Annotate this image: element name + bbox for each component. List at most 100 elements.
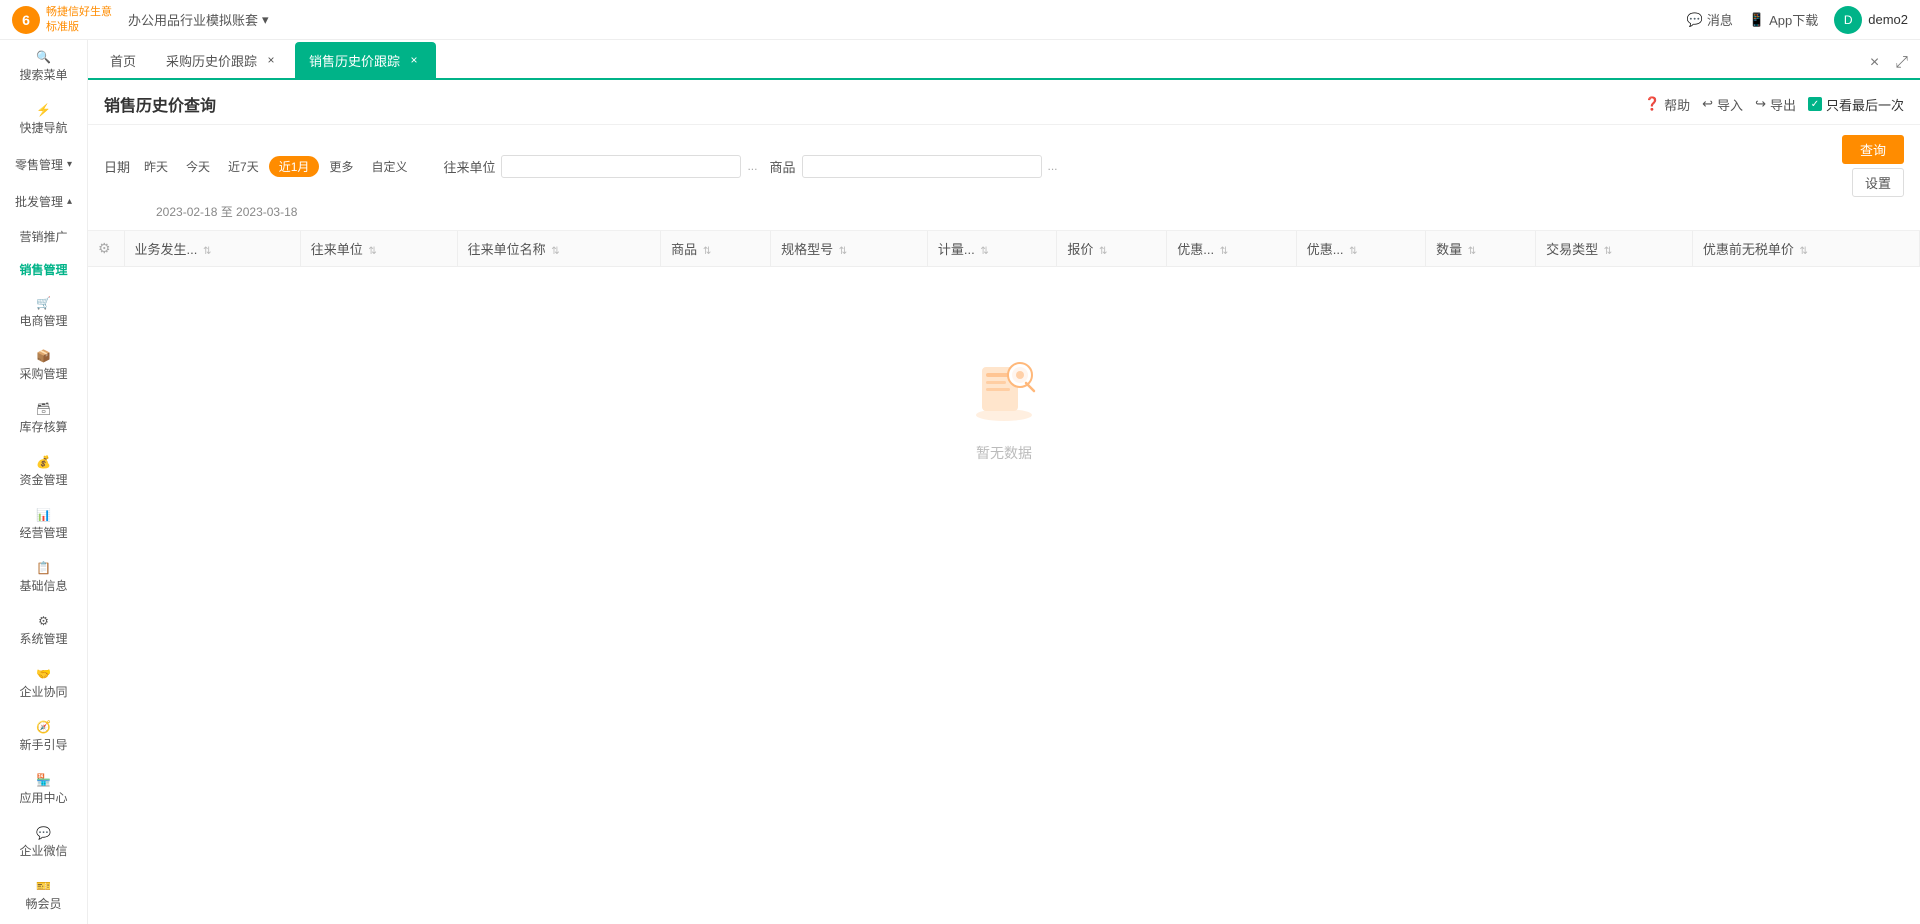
export-btn[interactable]: ↪ 导出	[1755, 95, 1796, 114]
sort-arrows-biz-date: ⇅	[203, 246, 211, 257]
sort-arrows-trade-type: ⇅	[1604, 246, 1612, 257]
table-header-row: ⚙ 业务发生... ⇅ 往来单位 ⇅ 往来单位名称	[88, 231, 1920, 267]
sidebar-item-collab[interactable]: 🤝 企业协同	[0, 657, 87, 710]
source-unit-input[interactable]	[501, 155, 741, 178]
sidebar-item-search[interactable]: 🔍 搜索菜单	[0, 40, 87, 93]
search-icon: 🔍	[36, 50, 51, 64]
tab-home[interactable]: 首页	[96, 42, 150, 78]
source-unit-label: 往来单位	[443, 157, 495, 176]
sidebar-item-finance[interactable]: 💰 资金管理	[0, 445, 87, 498]
sort-arrows-qty: ⇅	[1468, 246, 1476, 257]
sidebar-item-operation[interactable]: 📊 经营管理	[0, 498, 87, 551]
top-bar-right: 💬 消息 📱 App下载 D demo2	[1687, 6, 1908, 34]
nav-icon: ⚡	[36, 103, 51, 117]
goods-dots: ...	[1048, 159, 1058, 173]
sort-arrows-partner-name: ⇅	[551, 246, 559, 257]
user-avatar-area[interactable]: D demo2	[1834, 6, 1908, 34]
member-icon: 🎫	[36, 879, 51, 893]
page-content: 销售历史价查询 ❓ 帮助 ↩ 导入 ↪ 导出 ✓	[88, 80, 1920, 924]
sidebar-item-wechat[interactable]: 💬 企业微信	[0, 816, 87, 869]
page-actions: ❓ 帮助 ↩ 导入 ↪ 导出 ✓ 只看最后一次	[1644, 95, 1904, 114]
close-tab-btn[interactable]: ×	[1866, 52, 1883, 74]
query-buttons: 查询 设置	[1842, 135, 1904, 197]
col-qty[interactable]: 数量 ⇅	[1426, 231, 1536, 267]
tab-close-purchase[interactable]: ×	[263, 52, 279, 68]
date-label: 日期	[104, 157, 130, 176]
message-action[interactable]: 💬 消息	[1687, 10, 1733, 29]
sort-arrows-spec: ⇅	[839, 246, 847, 257]
sidebar-item-wholesale[interactable]: 批发管理 ▴	[0, 183, 87, 220]
download-action[interactable]: 📱 App下载	[1749, 10, 1818, 29]
date-filter-group: 日期 昨天 今天 近7天 近1月 更多 自定义	[104, 156, 415, 177]
date-btn-today[interactable]: 今天	[178, 156, 218, 177]
empty-text: 暂无数据	[976, 443, 1032, 463]
page-header: 销售历史价查询 ❓ 帮助 ↩ 导入 ↪ 导出 ✓	[88, 80, 1920, 125]
tab-sales-track[interactable]: 销售历史价跟踪 ×	[295, 42, 436, 78]
source-unit-filter: 往来单位 ...	[443, 155, 757, 178]
col-quote[interactable]: 报价 ⇅	[1057, 231, 1167, 267]
col-partner[interactable]: 往来单位 ⇅	[300, 231, 457, 267]
sidebar-item-quicknav[interactable]: ⚡ 快捷导航	[0, 93, 87, 146]
tab-purchase-track[interactable]: 采购历史价跟踪 ×	[152, 42, 293, 78]
ecommerce-icon: 🛒	[36, 296, 51, 310]
avatar: D	[1834, 6, 1862, 34]
col-discount1[interactable]: 优惠... ⇅	[1167, 231, 1296, 267]
col-partner-name[interactable]: 往来单位名称 ⇅	[457, 231, 661, 267]
sidebar-item-retail[interactable]: 零售管理 ▾	[0, 146, 87, 183]
query-button[interactable]: 查询	[1842, 135, 1904, 164]
app-selector[interactable]: 办公用品行业模拟账套 ▾	[120, 6, 277, 33]
chevron-up-icon: ▴	[67, 196, 72, 207]
expand-btn[interactable]: ⤢	[1891, 52, 1912, 74]
sidebar-item-sales[interactable]: 销售管理	[0, 253, 87, 286]
source-unit-dots: ...	[747, 159, 757, 173]
import-icon: ↩	[1702, 96, 1713, 112]
date-btn-1month[interactable]: 近1月	[269, 156, 320, 177]
col-spec[interactable]: 规格型号 ⇅	[771, 231, 928, 267]
purchase-icon: 📦	[36, 349, 51, 363]
date-range-text: 2023-02-18 至 2023-03-18	[156, 203, 297, 220]
basic-icon: 📋	[36, 561, 51, 575]
content-area: 首页 采购历史价跟踪 × 销售历史价跟踪 × × ⤢ 销售历史价查询	[88, 40, 1920, 924]
col-unit[interactable]: 计量... ⇅	[927, 231, 1056, 267]
sidebar-item-ecommerce[interactable]: 🛒 电商管理	[0, 286, 87, 339]
sidebar-item-guide[interactable]: 🧭 新手引导	[0, 710, 87, 763]
checkbox-icon: ✓	[1808, 97, 1822, 111]
col-discount2[interactable]: 优惠... ⇅	[1296, 231, 1425, 267]
main-layout: 🔍 搜索菜单 ⚡ 快捷导航 零售管理 ▾ 批发管理 ▴ 营销推广 销售管理 🛒 …	[0, 40, 1920, 924]
tab-close-sales[interactable]: ×	[406, 52, 422, 68]
settings-button[interactable]: 设置	[1852, 168, 1904, 197]
sidebar-item-basic[interactable]: 📋 基础信息	[0, 551, 87, 604]
sort-arrows-quote: ⇅	[1099, 246, 1107, 257]
date-btn-more[interactable]: 更多	[321, 156, 361, 177]
wechat-icon: 💬	[36, 826, 51, 840]
chevron-down-icon: ▾	[262, 12, 269, 28]
date-btn-yesterday[interactable]: 昨天	[136, 156, 176, 177]
top-bar-left: 6 畅捷信好生意 标准版 办公用品行业模拟账套 ▾	[12, 5, 277, 34]
sidebar-item-member[interactable]: 🎫 畅会员	[0, 869, 87, 922]
goods-filter: 商品 ...	[769, 155, 1057, 178]
sidebar-item-system[interactable]: ⚙ 系统管理	[0, 604, 87, 657]
gear-icon[interactable]: ⚙	[98, 240, 111, 256]
col-settings[interactable]: ⚙	[88, 231, 124, 267]
col-trade-type[interactable]: 交易类型 ⇅	[1536, 231, 1693, 267]
col-goods[interactable]: 商品 ⇅	[661, 231, 771, 267]
download-icon: 📱	[1749, 12, 1765, 28]
col-pre-discount-price[interactable]: 优惠前无税单价 ⇅	[1692, 231, 1919, 267]
sidebar-item-inventory[interactable]: 🗃 库存核算	[0, 392, 87, 445]
sort-arrows-discount2: ⇅	[1349, 246, 1357, 257]
last-only-checkbox[interactable]: ✓ 只看最后一次	[1808, 95, 1904, 114]
empty-state: 暂无数据	[88, 267, 1920, 543]
sidebar-item-purchase[interactable]: 📦 采购管理	[0, 339, 87, 392]
col-biz-date[interactable]: 业务发生... ⇅	[124, 231, 300, 267]
sort-arrows-unit: ⇅	[980, 246, 988, 257]
date-btn-7days[interactable]: 近7天	[220, 156, 267, 177]
filters-row-1: 日期 昨天 今天 近7天 近1月 更多 自定义 往来单位	[104, 135, 1904, 197]
help-btn[interactable]: ❓ 帮助	[1644, 95, 1690, 114]
message-icon: 💬	[1687, 12, 1703, 28]
date-btn-custom[interactable]: 自定义	[363, 156, 415, 177]
goods-input[interactable]	[802, 155, 1042, 178]
sidebar-item-appcenter[interactable]: 🏪 应用中心	[0, 763, 87, 816]
sidebar-item-marketing[interactable]: 营销推广	[0, 220, 87, 253]
logo-text: 畅捷信好生意 标准版	[46, 5, 112, 34]
import-btn[interactable]: ↩ 导入	[1702, 95, 1743, 114]
